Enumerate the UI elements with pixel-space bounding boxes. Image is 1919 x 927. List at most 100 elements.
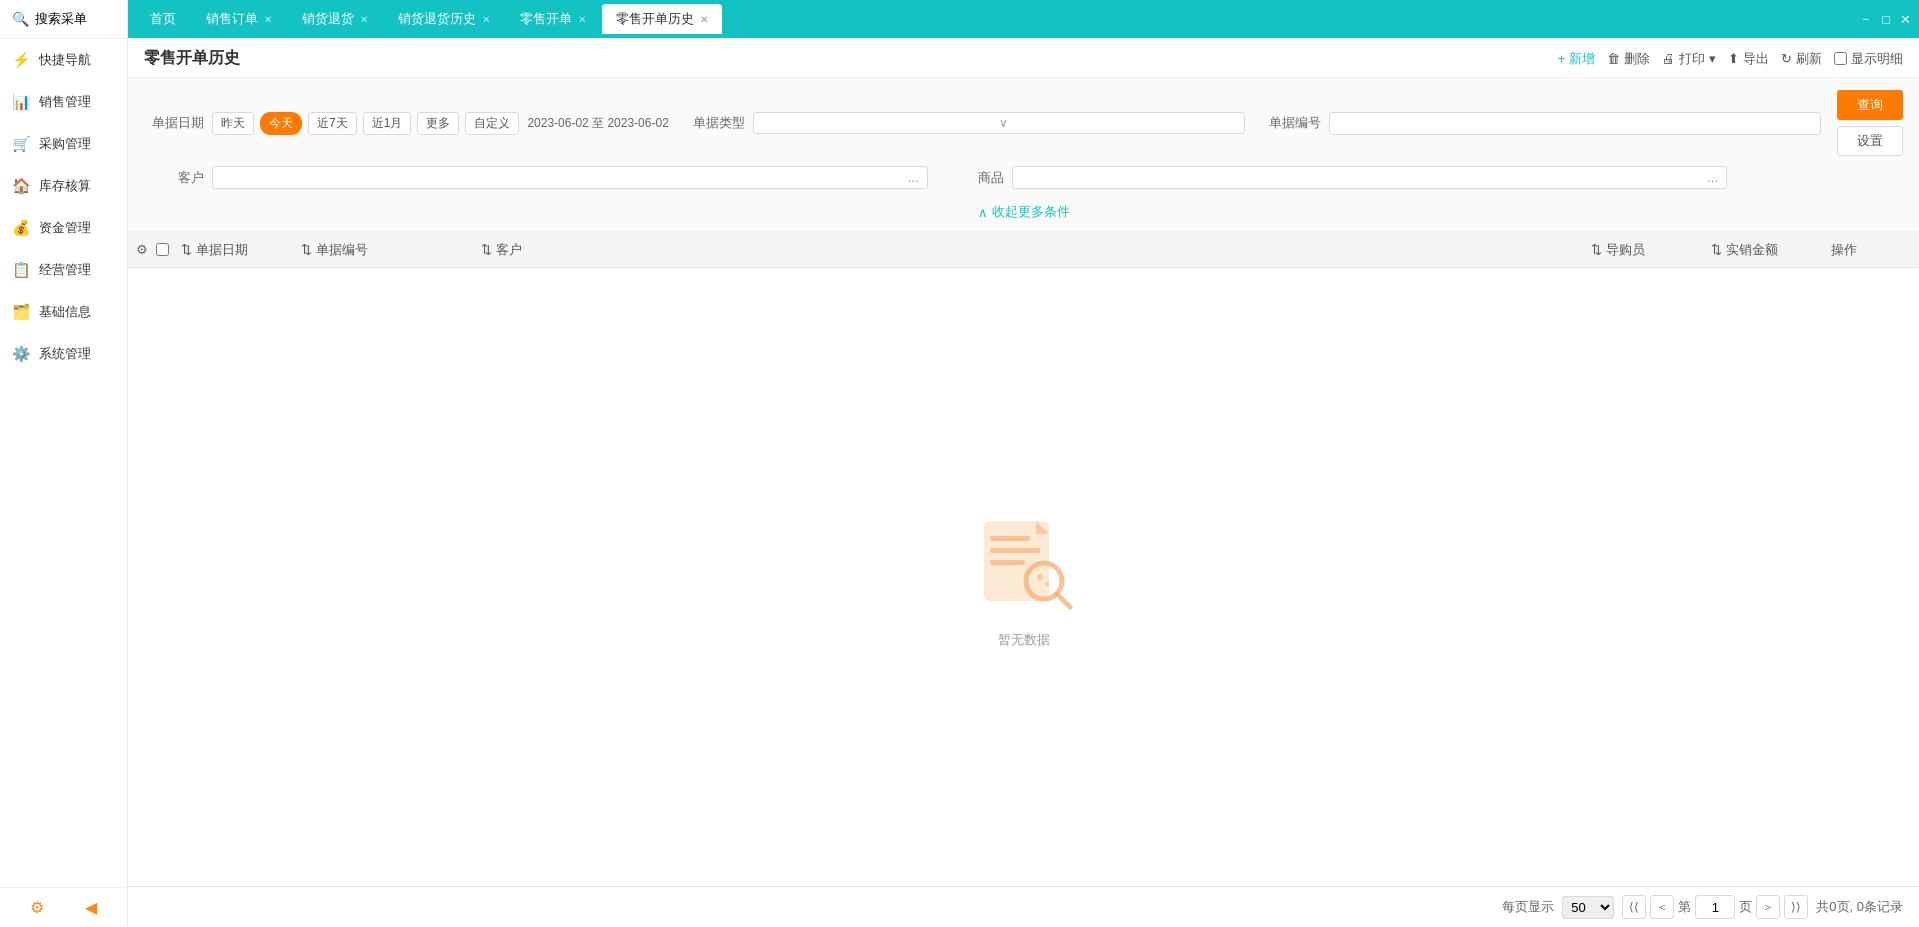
empty-illustration (964, 506, 1084, 619)
col-header-guide[interactable]: ⇅ 导购员 (1591, 241, 1711, 259)
sidebar-item-finance[interactable]: 💰 资金管理 (0, 207, 127, 249)
filter-collapse-row[interactable]: ∧ 收起更多条件 (144, 199, 1903, 225)
settings-bottom-icon[interactable]: ⚙ (30, 898, 44, 917)
tab-sales-order-close[interactable]: ✕ (264, 14, 272, 25)
col-label-amount: 实销金额 (1726, 241, 1778, 259)
tab-retail-open-history[interactable]: 零售开单历史 ✕ (602, 4, 722, 34)
main: 首页 销售订单 ✕ 销货退货 ✕ 销货退货历史 ✕ 零售开单 ✕ 零售开单历史 … (128, 0, 1919, 927)
page-number-input[interactable] (1695, 895, 1735, 919)
toolbar: + 新增 🗑 删除 🖨 打印 ▾ ⬆ 导出 ↻ 刷新 (1558, 50, 1903, 68)
number-filter-label: 单据编号 (1261, 114, 1321, 132)
refresh-button[interactable]: ↻ 刷新 (1781, 50, 1822, 68)
delete-icon: 🗑 (1607, 51, 1620, 66)
table-settings-icon[interactable]: ⚙ (136, 242, 148, 257)
date-filter-label: 单据日期 (144, 114, 204, 132)
tab-sales-return-history-close[interactable]: ✕ (482, 14, 490, 25)
date-btn-1month[interactable]: 近1月 (363, 112, 412, 135)
sidebar-item-purchase-mgmt[interactable]: 🛒 采购管理 (0, 123, 127, 165)
tab-sales-return-label: 销货退货 (302, 10, 354, 28)
goods-filter-input-wrapper[interactable]: ... (1012, 166, 1728, 189)
tab-retail-open-history-label: 零售开单历史 (616, 10, 694, 28)
date-btn-today[interactable]: 今天 (260, 112, 302, 135)
svg-rect-2 (990, 548, 1040, 553)
date-btn-custom[interactable]: 自定义 (465, 112, 519, 135)
content: 零售开单历史 + 新增 🗑 删除 🖨 打印 ▾ ⬆ 导出 (128, 38, 1919, 927)
first-page-btn[interactable]: ⟨⟨ (1622, 895, 1646, 919)
add-button[interactable]: + 新增 (1558, 50, 1595, 68)
type-filter-label: 单据类型 (685, 114, 745, 132)
goods-filter-dots[interactable]: ... (1707, 170, 1718, 185)
display-detail-input[interactable] (1834, 52, 1847, 65)
table-section: ⚙ ⇅ 单据日期 ⇅ 单据编号 ⇅ 客户 ⇅ 导购员 (128, 232, 1919, 927)
last-page-btn[interactable]: ⟩⟩ (1784, 895, 1808, 919)
date-btn-7days[interactable]: 近7天 (308, 112, 357, 135)
client-filter-input-wrapper[interactable]: ... (212, 166, 928, 189)
svg-rect-1 (990, 536, 1030, 541)
next-page-btn[interactable]: ＞ (1756, 895, 1780, 919)
per-page-select[interactable]: 50 10 20 100 (1562, 896, 1614, 919)
number-filter-input[interactable] (1338, 116, 1812, 131)
tab-sales-return[interactable]: 销货退货 ✕ (288, 4, 382, 34)
svg-point-6 (1037, 574, 1043, 580)
sidebar-item-label: 销售管理 (39, 93, 91, 111)
col-header-date[interactable]: ⇅ 单据日期 (181, 241, 301, 259)
basic-info-icon: 🗂️ (12, 303, 31, 321)
delete-button[interactable]: 🗑 删除 (1607, 50, 1650, 68)
tab-home[interactable]: 首页 (136, 4, 190, 34)
export-button[interactable]: ⬆ 导出 (1728, 50, 1769, 68)
sidebar-item-label: 资金管理 (39, 219, 91, 237)
date-btn-yesterday[interactable]: 昨天 (212, 112, 254, 135)
number-filter-input-wrapper[interactable] (1329, 112, 1821, 135)
close-btn[interactable]: ✕ (1900, 12, 1911, 27)
tab-retail-open-history-close[interactable]: ✕ (700, 14, 708, 25)
col-sort-icon-amount: ⇅ (1711, 242, 1722, 257)
setting-button[interactable]: 设置 (1837, 126, 1903, 156)
goods-filter-label: 商品 (944, 169, 1004, 187)
operation-icon: 📋 (12, 261, 31, 279)
table-select-all[interactable] (156, 243, 169, 256)
goods-filter-input[interactable] (1021, 170, 1708, 185)
col-header-client[interactable]: ⇅ 客户 (481, 241, 1591, 259)
display-detail-checkbox[interactable]: 显示明细 (1834, 50, 1903, 68)
tab-sales-return-history[interactable]: 销货退货历史 ✕ (384, 4, 504, 34)
type-filter-select[interactable]: ∨ (753, 112, 1245, 134)
action-btn-group: 查询 设置 (1837, 90, 1903, 156)
sidebar-item-inventory[interactable]: 🏠 库存核算 (0, 165, 127, 207)
sidebar-search[interactable]: 🔍 搜索采单 (0, 0, 127, 39)
date-btn-more[interactable]: 更多 (417, 112, 459, 135)
prev-page-btn[interactable]: ＜ (1650, 895, 1674, 919)
sidebar-item-basic-info[interactable]: 🗂️ 基础信息 (0, 291, 127, 333)
sidebar-item-label: 采购管理 (39, 135, 91, 153)
tab-retail-open[interactable]: 零售开单 ✕ (506, 4, 600, 34)
purchase-mgmt-icon: 🛒 (12, 135, 31, 153)
sidebar-item-sales-mgmt[interactable]: 📊 销售管理 (0, 81, 127, 123)
tab-sales-order[interactable]: 销售订单 ✕ (192, 4, 286, 34)
sidebar-item-label: 基础信息 (39, 303, 91, 321)
sidebar-item-operation[interactable]: 📋 经营管理 (0, 249, 127, 291)
maximize-btn[interactable]: □ (1882, 12, 1890, 27)
print-button[interactable]: 🖨 打印 ▾ (1662, 50, 1716, 68)
sidebar-item-label: 库存核算 (39, 177, 91, 195)
query-button[interactable]: 查询 (1837, 90, 1903, 120)
type-filter-arrow: ∨ (999, 116, 1236, 130)
filter-type-group: 单据类型 ∨ (685, 112, 1245, 134)
tab-sales-return-close[interactable]: ✕ (360, 14, 368, 25)
client-filter-dots[interactable]: ... (908, 170, 919, 185)
delete-label: 删除 (1624, 50, 1650, 68)
col-header-amount[interactable]: ⇅ 实销金额 (1711, 241, 1831, 259)
sidebar-item-label: 系统管理 (39, 345, 91, 363)
svg-line-5 (1057, 594, 1070, 607)
sidebar-item-label: 经营管理 (39, 261, 91, 279)
client-filter-input[interactable] (221, 170, 908, 185)
minimize-btn[interactable]: － (1859, 10, 1872, 28)
sidebar-item-quick-nav[interactable]: ⚡ 快捷导航 (0, 39, 127, 81)
col-sort-icon-date: ⇅ (181, 242, 192, 257)
export-icon: ⬆ (1728, 51, 1739, 66)
sidebar-item-system-mgmt[interactable]: ⚙️ 系统管理 (0, 333, 127, 375)
col-header-number[interactable]: ⇅ 单据编号 (301, 241, 481, 259)
pagination: 每页显示 50 10 20 100 ⟨⟨ ＜ 第 页 ＞ ⟩⟩ 共0页, 0条记… (128, 886, 1919, 927)
collapse-sidebar-icon[interactable]: ◀ (85, 898, 97, 917)
empty-text: 暂无数据 (998, 631, 1050, 649)
tab-retail-open-close[interactable]: ✕ (578, 14, 586, 25)
client-filter-label: 客户 (144, 169, 204, 187)
